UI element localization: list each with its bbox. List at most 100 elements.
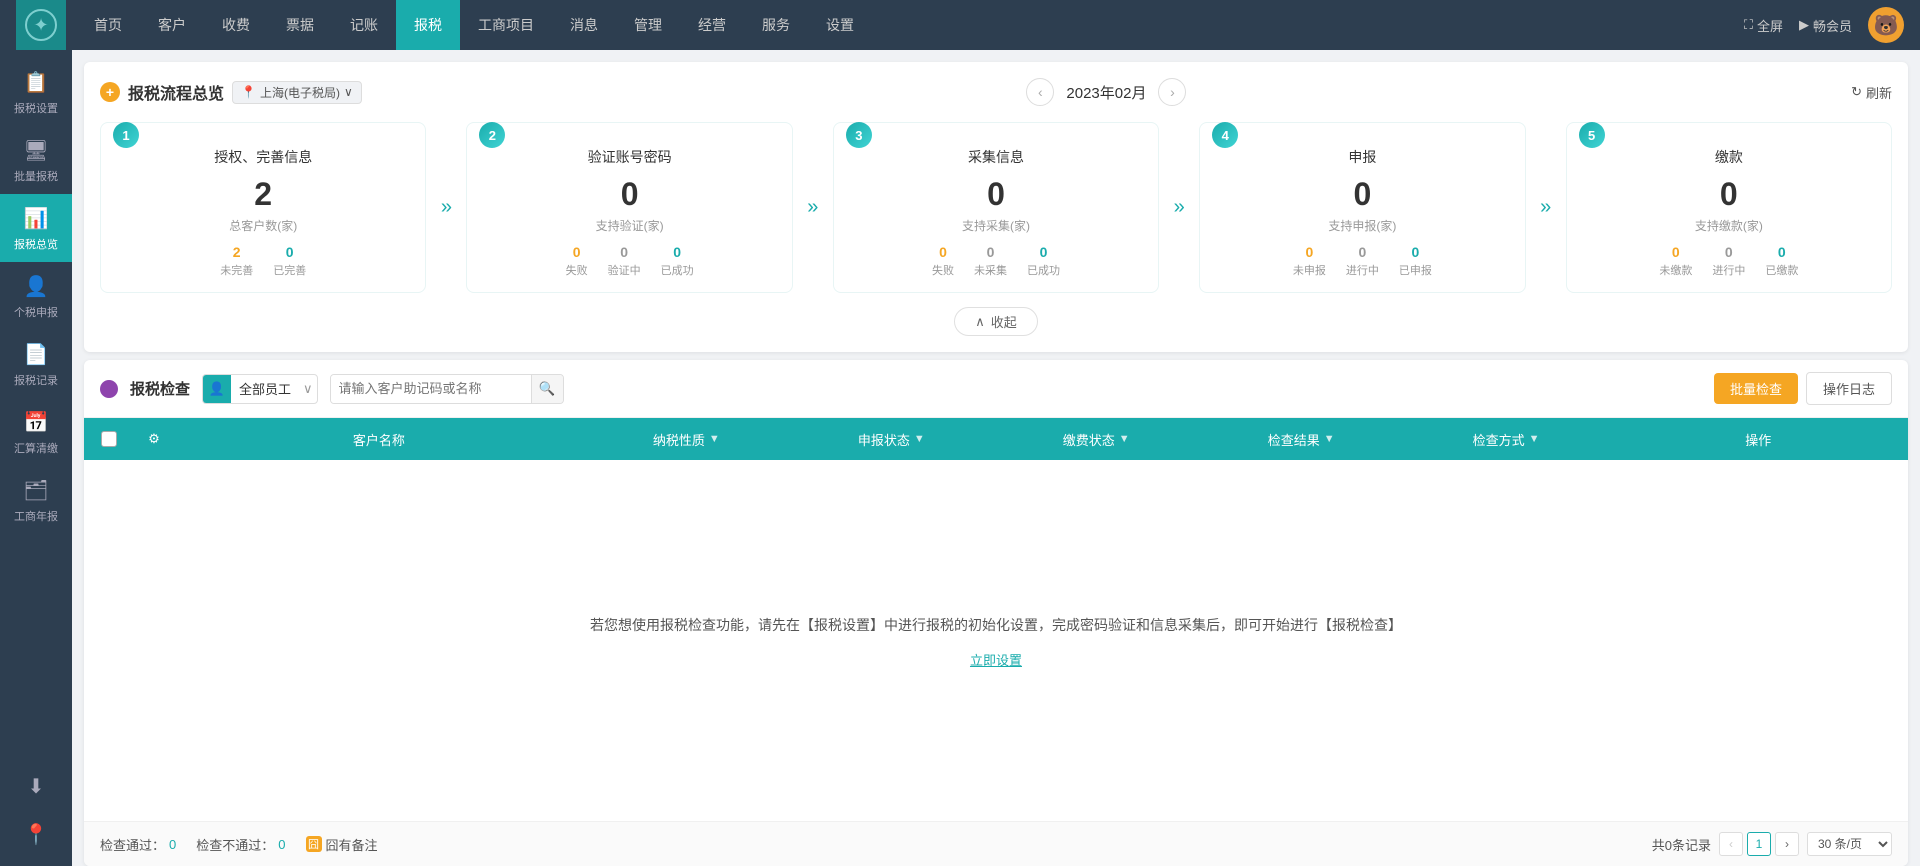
step-4-stat-0[interactable]: 0 未申报 [1293, 244, 1326, 278]
operation-log-btn[interactable]: 操作日志 [1806, 372, 1892, 405]
next-month-btn[interactable]: › [1158, 78, 1186, 106]
footer-fail: 检查不通过： 0 [196, 835, 285, 854]
nav-item-bookkeeping[interactable]: 记账 [332, 0, 396, 50]
overview-header: + 报税流程总览 📍 上海(电子税局) ∨ ‹ 2023年02月 › ↻ 刷新 [100, 78, 1892, 106]
download-icon: ⬇ [22, 772, 50, 800]
nav-item-manage[interactable]: 管理 [616, 0, 680, 50]
sidebar-item-download[interactable]: ⬇ [0, 762, 72, 810]
step-5-sub: 支持缴款(家) [1583, 217, 1875, 234]
sidebar-item-tax-overview[interactable]: 📊 报税总览 [0, 194, 72, 262]
step-1-stat-1[interactable]: 0 已完善 [273, 244, 306, 278]
step-3-stat-2[interactable]: 0 已成功 [1027, 244, 1060, 278]
vip-btn[interactable]: ▶ 畅会员 [1799, 16, 1852, 35]
th-check-result[interactable]: 检查结果 ▼ [1199, 430, 1404, 449]
nav-item-settings[interactable]: 设置 [808, 0, 872, 50]
step-3-stat-1[interactable]: 0 未采集 [974, 244, 1007, 278]
sidebar: 📋 报税设置 🖥 批量报税 📊 报税总览 👤 个税申报 📄 报税记录 📅 汇算清… [0, 50, 72, 866]
step-2-stat-1[interactable]: 0 验证中 [608, 244, 641, 278]
employee-filter[interactable]: 👤 全部员工 ∨ [202, 374, 318, 404]
fullscreen-icon: ⛶ [1744, 17, 1753, 33]
step-5-count: 0 [1583, 175, 1875, 213]
nav-item-fee[interactable]: 收费 [204, 0, 268, 50]
overview-section: + 报税流程总览 📍 上海(电子税局) ∨ ‹ 2023年02月 › ↻ 刷新 [84, 62, 1908, 352]
sidebar-item-batch-tax[interactable]: 🖥 批量报税 [0, 126, 72, 194]
sidebar-item-location[interactable]: 📍 [0, 810, 72, 858]
step-3-stat-0[interactable]: 0 失败 [932, 244, 954, 278]
play-icon: ▶ [1799, 17, 1809, 33]
sidebar-item-tax-settings[interactable]: 📋 报税设置 [0, 58, 72, 126]
step-5-stat-2-num: 0 [1778, 244, 1786, 260]
setup-link[interactable]: 立即设置 [970, 650, 1022, 669]
nav-item-home[interactable]: 首页 [76, 0, 140, 50]
th-payment-status[interactable]: 缴费状态 ▼ [994, 430, 1199, 449]
tax-bureau-tag[interactable]: 📍 上海(电子税局) ∨ [232, 81, 362, 104]
search-button[interactable]: 🔍 [531, 374, 563, 404]
step-3-stat-2-num: 0 [1040, 244, 1048, 260]
step-4-stat-2[interactable]: 0 已申报 [1399, 244, 1432, 278]
th-tax-nature[interactable]: 纳税性质 ▼ [584, 430, 789, 449]
prev-page-btn[interactable]: ‹ [1719, 832, 1743, 856]
footer-pass-label: 检查通过： [100, 835, 165, 854]
th-check[interactable] [84, 431, 134, 447]
nav-item-invoice[interactable]: 票据 [268, 0, 332, 50]
step-5-stat-2[interactable]: 0 已缴款 [1765, 244, 1798, 278]
footer-pass: 检查通过： 0 [100, 835, 176, 854]
sidebar-item-annual-settlement[interactable]: 📅 汇算清缴 [0, 398, 72, 466]
step-2-stat-2-num: 0 [673, 244, 681, 260]
th-payment-status-label: 缴费状态 [1063, 430, 1115, 449]
fullscreen-btn[interactable]: ⛶ 全屏 [1744, 16, 1783, 35]
next-page-btn[interactable]: › [1775, 832, 1799, 856]
step-3-stat-0-num: 0 [939, 244, 947, 260]
step-arrow-3: » [1159, 196, 1199, 219]
logo-circle: ✦ [25, 9, 57, 41]
th-gear[interactable]: ⚙ [134, 431, 174, 447]
nav-item-operation[interactable]: 经营 [680, 0, 744, 50]
tax-check-section: 报税检查 👤 全部员工 ∨ 🔍 批量检查 操作日志 [84, 360, 1908, 866]
step-5-stat-1-label: 进行中 [1712, 262, 1745, 278]
prev-month-btn[interactable]: ‹ [1026, 78, 1054, 106]
filing-status-filter-icon: ▼ [914, 433, 925, 445]
avatar[interactable]: 🐻 [1868, 7, 1904, 43]
sidebar-item-personal-tax[interactable]: 👤 个税申报 [0, 262, 72, 330]
step-3-stat-0-label: 失败 [932, 262, 954, 278]
nav-item-message[interactable]: 消息 [552, 0, 616, 50]
step-2-stat-2[interactable]: 0 已成功 [661, 244, 694, 278]
step-arrow-2: » [793, 196, 833, 219]
header-checkbox[interactable] [101, 431, 117, 447]
collapse-btn[interactable]: ∧ 收起 [954, 307, 1038, 336]
sidebar-item-annual-report[interactable]: 🗂 工商年报 [0, 466, 72, 534]
gear-icon[interactable]: ⚙ [148, 431, 160, 447]
footer-pass-count[interactable]: 0 [169, 837, 176, 852]
step-4-stat-1[interactable]: 0 进行中 [1346, 244, 1379, 278]
per-page-select[interactable]: 30 条/页 50 条/页 100 条/页 [1807, 832, 1892, 856]
step-3-number: 3 [846, 122, 872, 148]
step-1-stat-1-label: 已完善 [273, 262, 306, 278]
step-arrow-4: » [1526, 196, 1566, 219]
nav-item-commerce[interactable]: 工商项目 [460, 0, 552, 50]
th-filing-status[interactable]: 申报状态 ▼ [789, 430, 994, 449]
nav-item-service[interactable]: 服务 [744, 0, 808, 50]
location-pin-icon: 📍 [241, 85, 256, 99]
step-5-stat-0-label: 未缴款 [1659, 262, 1692, 278]
step-5-stat-0-num: 0 [1672, 244, 1680, 260]
refresh-btn[interactable]: ↻ 刷新 [1851, 83, 1892, 102]
batch-check-btn[interactable]: 批量检查 [1714, 373, 1798, 404]
step-3-sub: 支持采集(家) [850, 217, 1142, 234]
collapse-section: ∧ 收起 [100, 307, 1892, 336]
step-5-stat-0[interactable]: 0 未缴款 [1659, 244, 1692, 278]
nav-item-customer[interactable]: 客户 [140, 0, 204, 50]
step-2-stat-0[interactable]: 0 失败 [566, 244, 588, 278]
th-operation: 操作 [1609, 430, 1908, 449]
th-check-method[interactable]: 检查方式 ▼ [1404, 430, 1609, 449]
th-check-method-label: 检查方式 [1473, 430, 1525, 449]
tax-record-icon: 📄 [22, 340, 50, 368]
tax-nature-filter-icon: ▼ [709, 433, 720, 445]
footer-fail-count[interactable]: 0 [278, 837, 285, 852]
step-1-stats: 2 未完善 0 已完善 [117, 244, 409, 278]
dropdown-arrow-icon: ∨ [344, 85, 353, 99]
sidebar-item-tax-record[interactable]: 📄 报税记录 [0, 330, 72, 398]
nav-item-tax[interactable]: 报税 [396, 0, 460, 50]
search-input[interactable] [331, 375, 531, 403]
step-5-stat-1[interactable]: 0 进行中 [1712, 244, 1745, 278]
step-1-stat-0[interactable]: 2 未完善 [220, 244, 253, 278]
